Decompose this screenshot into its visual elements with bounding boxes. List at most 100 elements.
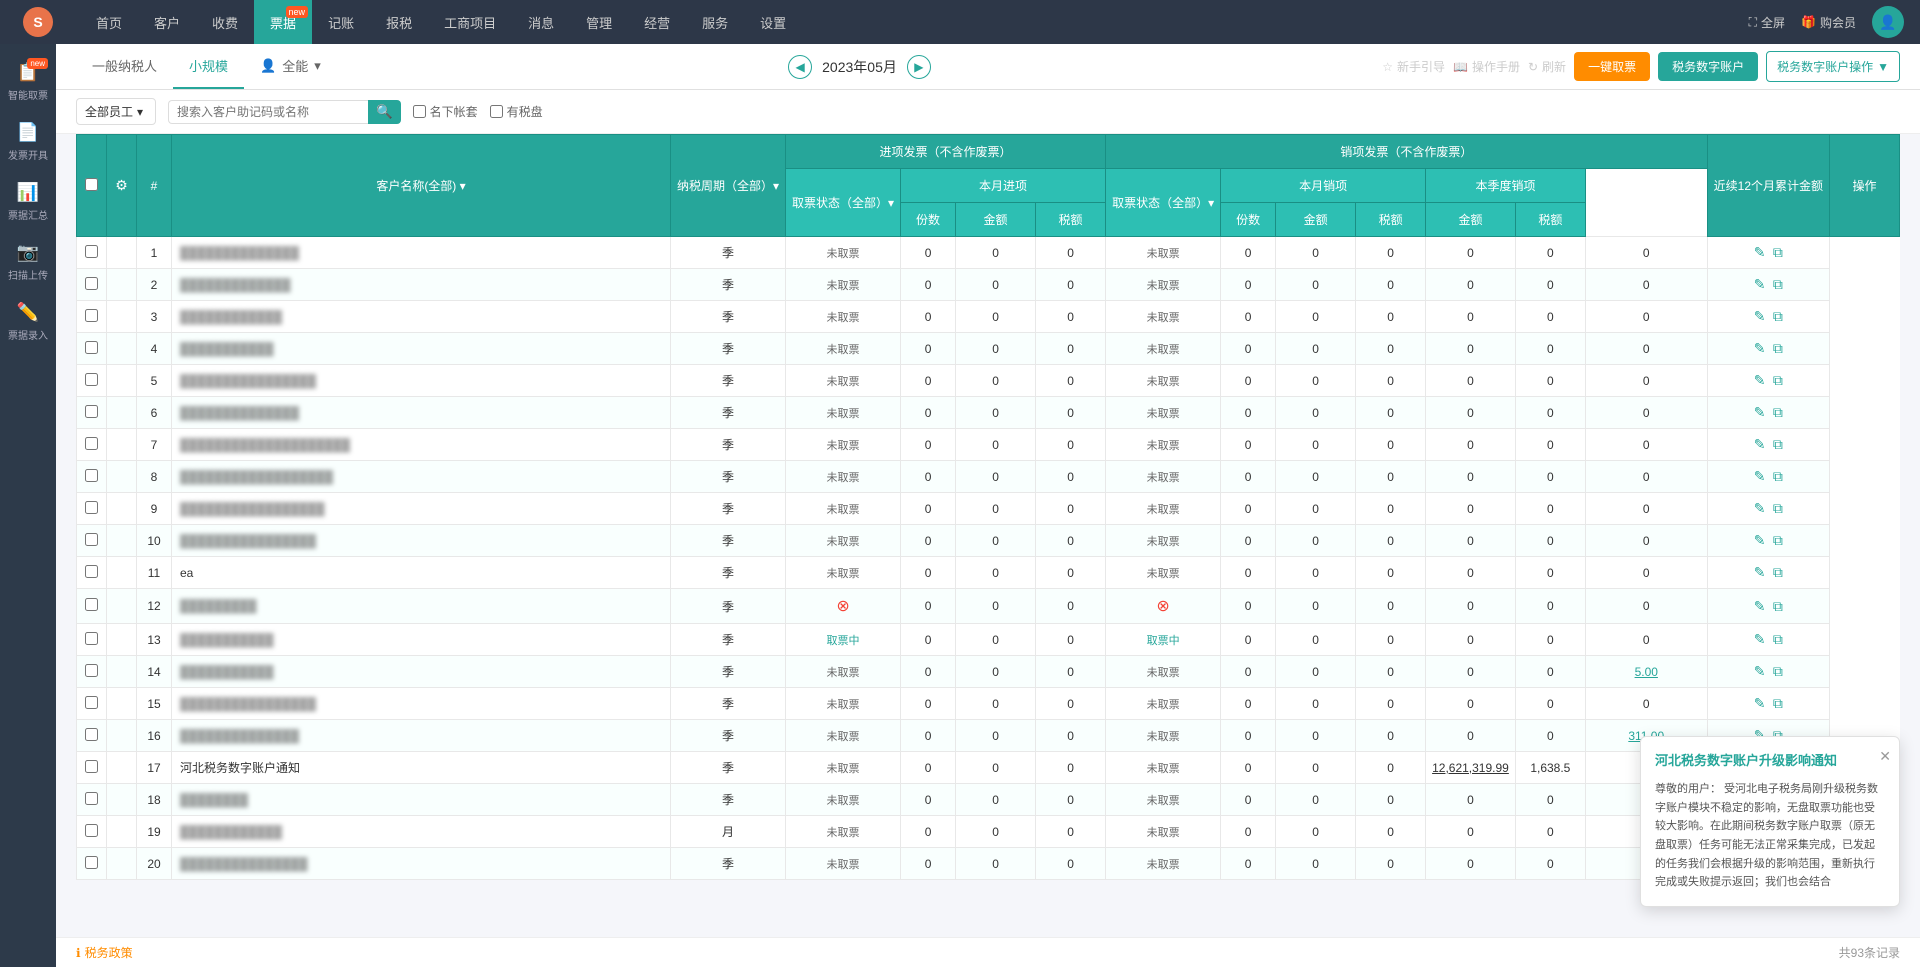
copy-icon[interactable]: ⧉	[1773, 564, 1783, 580]
row-checkbox[interactable]	[85, 341, 98, 354]
tab-general-taxpayer[interactable]: 一般纳税人	[76, 44, 173, 89]
row-cumulative[interactable]: 0	[1585, 493, 1707, 525]
row-checkbox[interactable]	[85, 696, 98, 709]
sidebar-item-票据录入[interactable]: ✏️票据录入	[0, 292, 56, 352]
row-customer-name[interactable]: ███████████████	[172, 848, 671, 880]
row-checkbox[interactable]	[85, 245, 98, 258]
edit-icon[interactable]: ✎	[1754, 598, 1766, 614]
row-cumulative[interactable]: 0	[1585, 301, 1707, 333]
copy-icon[interactable]: ⧉	[1773, 276, 1783, 292]
row-checkbox[interactable]	[85, 598, 98, 611]
copy-icon[interactable]: ⧉	[1773, 372, 1783, 388]
th-customer-name[interactable]: 客户名称(全部) ▾	[172, 135, 671, 237]
row-cumulative[interactable]: 0	[1585, 429, 1707, 461]
row-customer-name[interactable]: 河北税务数字账户通知	[172, 752, 671, 784]
copy-icon[interactable]: ⧉	[1773, 598, 1783, 614]
row-checkbox[interactable]	[85, 760, 98, 773]
user-avatar[interactable]: 👤	[1872, 6, 1904, 38]
search-btn[interactable]: 🔍	[368, 100, 401, 124]
row-customer-name[interactable]: ██████████████	[172, 397, 671, 429]
copy-icon[interactable]: ⧉	[1773, 436, 1783, 452]
row-customer-name[interactable]: ███████████	[172, 333, 671, 365]
row-customer-name[interactable]: ████████████	[172, 301, 671, 333]
has-tax-filter[interactable]: 有税盘	[490, 103, 543, 120]
row-customer-name[interactable]: ████████	[172, 784, 671, 816]
row-customer-name[interactable]: ███████████	[172, 656, 671, 688]
tax-digital-btn[interactable]: 税务数字账户	[1658, 52, 1758, 81]
employee-filter[interactable]: 全部员工 ▾	[76, 98, 156, 125]
sidebar-item-智能取票[interactable]: new📋智能取票	[0, 52, 56, 112]
row-cumulative[interactable]: 0	[1585, 557, 1707, 589]
manual-btn[interactable]: 📖 操作手册	[1453, 58, 1520, 75]
row-cumulative[interactable]: 0	[1585, 397, 1707, 429]
row-checkbox[interactable]	[85, 792, 98, 805]
sidebar-item-扫描上传[interactable]: 📷扫描上传	[0, 232, 56, 292]
row-cumulative[interactable]: 0	[1585, 333, 1707, 365]
edit-icon[interactable]: ✎	[1754, 276, 1766, 292]
row-cumulative[interactable]: 5.00	[1585, 656, 1707, 688]
row-cumulative[interactable]: 0	[1585, 589, 1707, 624]
row-checkbox[interactable]	[85, 824, 98, 837]
row-checkbox[interactable]	[85, 533, 98, 546]
edit-icon[interactable]: ✎	[1754, 532, 1766, 548]
copy-icon[interactable]: ⧉	[1773, 308, 1783, 324]
row-cumulative[interactable]: 0	[1585, 624, 1707, 656]
copy-icon[interactable]: ⧉	[1773, 663, 1783, 679]
sub-ledger-filter[interactable]: 名下帐套	[413, 103, 478, 120]
copy-icon[interactable]: ⧉	[1773, 695, 1783, 711]
row-checkbox[interactable]	[85, 309, 98, 322]
row-checkbox[interactable]	[85, 277, 98, 290]
row-checkbox[interactable]	[85, 373, 98, 386]
row-customer-name[interactable]: █████████████	[172, 269, 671, 301]
row-customer-name[interactable]: ████████████	[172, 816, 671, 848]
sidebar-item-发票开具[interactable]: 📄发票开具	[0, 112, 56, 172]
has-tax-checkbox[interactable]	[490, 105, 503, 118]
row-customer-name[interactable]: ████████████████	[172, 688, 671, 720]
nav-item-工商项目[interactable]: 工商项目	[428, 0, 512, 44]
search-input[interactable]	[168, 100, 368, 124]
sidebar-item-票据汇总[interactable]: 📊票据汇总	[0, 172, 56, 232]
edit-icon[interactable]: ✎	[1754, 308, 1766, 324]
notification-close-btn[interactable]: ✕	[1879, 745, 1891, 767]
row-customer-name[interactable]: █████████████████	[172, 493, 671, 525]
row-checkbox[interactable]	[85, 856, 98, 869]
row-cumulative[interactable]: 0	[1585, 525, 1707, 557]
edit-icon[interactable]: ✎	[1754, 663, 1766, 679]
row-cumulative[interactable]: 0	[1585, 461, 1707, 493]
row-customer-name[interactable]: ████████████████████	[172, 429, 671, 461]
vip-btn[interactable]: 🎁 购会员	[1801, 14, 1856, 31]
row-checkbox[interactable]	[85, 565, 98, 578]
row-checkbox[interactable]	[85, 632, 98, 645]
tax-policy-link[interactable]: ℹ 税务政策	[76, 944, 133, 961]
row-customer-name[interactable]: ████████████████	[172, 365, 671, 397]
next-month-btn[interactable]: ▶	[907, 55, 931, 79]
edit-icon[interactable]: ✎	[1754, 404, 1766, 420]
copy-icon[interactable]: ⧉	[1773, 468, 1783, 484]
tax-digital-ops-btn[interactable]: 税务数字账户操作 ▼	[1766, 51, 1900, 82]
row-customer-name[interactable]: ██████████████	[172, 237, 671, 269]
row-checkbox[interactable]	[85, 469, 98, 482]
row-cumulative[interactable]: 0	[1585, 365, 1707, 397]
one-click-ticket-btn[interactable]: 一键取票	[1574, 52, 1650, 81]
nav-item-客户[interactable]: 客户	[138, 0, 196, 44]
select-all-checkbox[interactable]	[85, 178, 98, 191]
th-tax-period[interactable]: 纳税周期（全部）▾	[671, 135, 786, 237]
tab-all-in-one[interactable]: 👤 全能 ▾	[244, 44, 337, 89]
row-checkbox[interactable]	[85, 437, 98, 450]
nav-item-收费[interactable]: 收费	[196, 0, 254, 44]
nav-item-首页[interactable]: 首页	[80, 0, 138, 44]
edit-icon[interactable]: ✎	[1754, 372, 1766, 388]
row-cumulative[interactable]: 0	[1585, 237, 1707, 269]
row-customer-name[interactable]: █████████	[172, 589, 671, 624]
edit-icon[interactable]: ✎	[1754, 564, 1766, 580]
row-cumulative[interactable]: 0	[1585, 269, 1707, 301]
edit-icon[interactable]: ✎	[1754, 244, 1766, 260]
copy-icon[interactable]: ⧉	[1773, 500, 1783, 516]
row-customer-name[interactable]: ea	[172, 557, 671, 589]
edit-icon[interactable]: ✎	[1754, 631, 1766, 647]
row-cumulative[interactable]: 0	[1585, 688, 1707, 720]
nav-item-经营[interactable]: 经营	[628, 0, 686, 44]
edit-icon[interactable]: ✎	[1754, 468, 1766, 484]
row-customer-name[interactable]: ███████████	[172, 624, 671, 656]
copy-icon[interactable]: ⧉	[1773, 244, 1783, 260]
